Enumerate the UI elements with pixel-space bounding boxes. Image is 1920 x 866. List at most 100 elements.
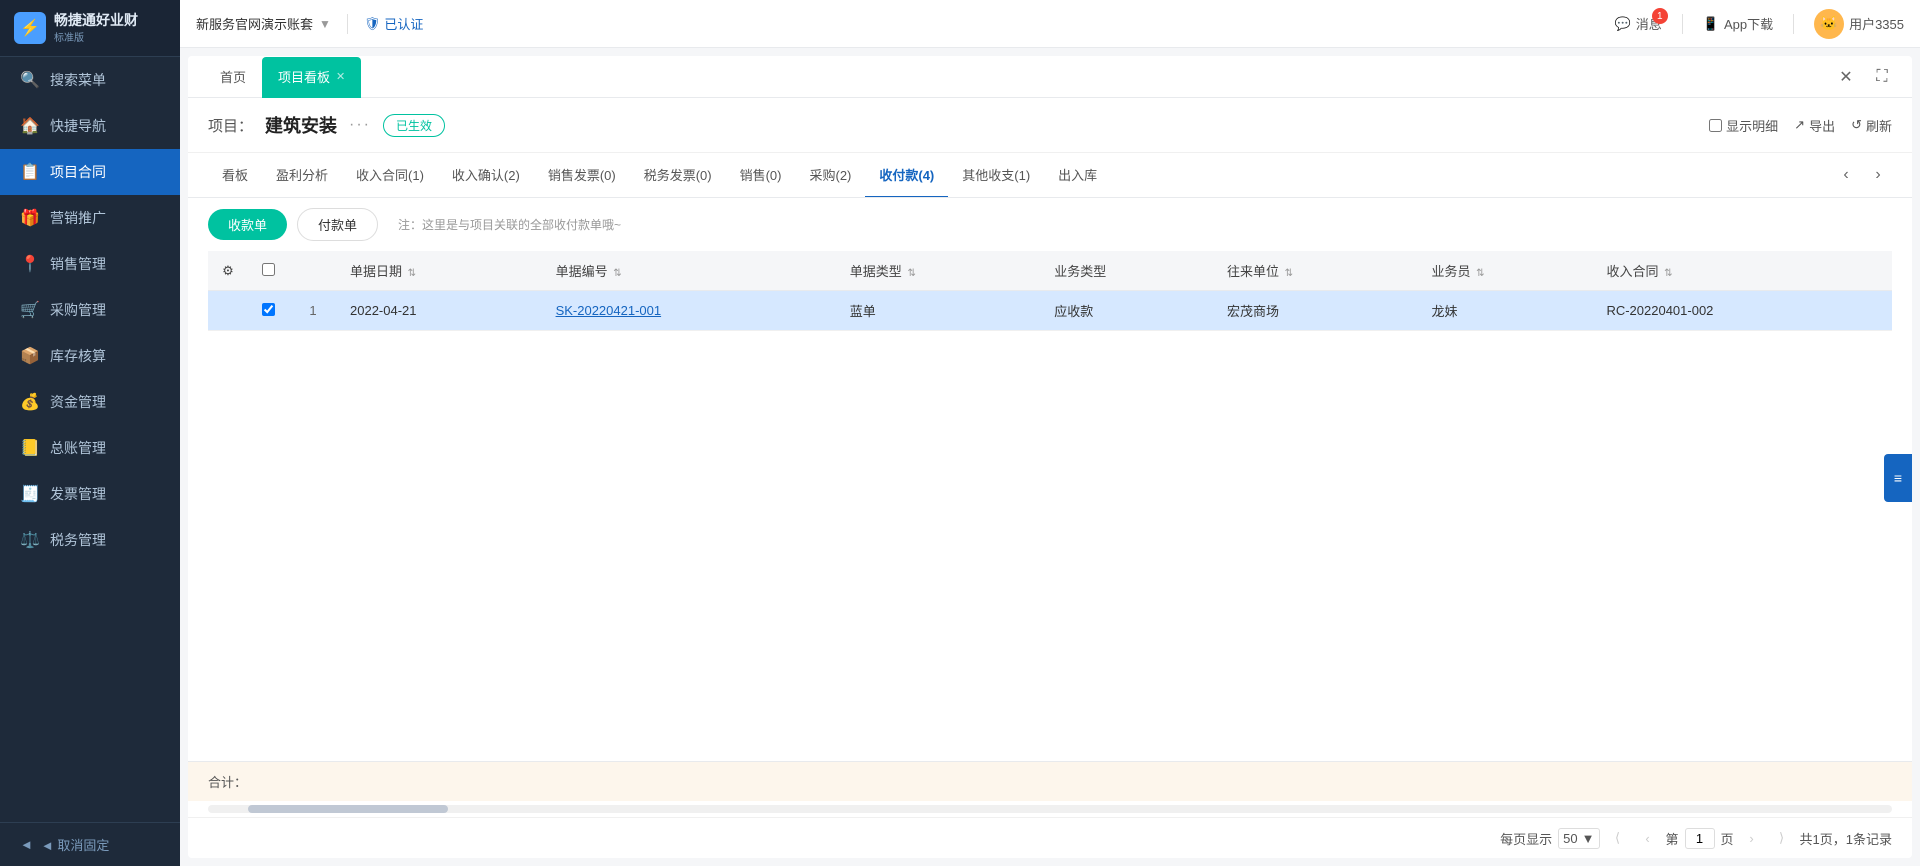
prev-page-button[interactable]: ‹ bbox=[1636, 826, 1660, 850]
select-all-checkbox[interactable] bbox=[262, 263, 275, 276]
more-options-button[interactable]: ··· bbox=[349, 116, 371, 134]
maximize-window-button[interactable]: ⛶ bbox=[1868, 63, 1896, 91]
number-column-header[interactable]: 单据编号 ⇅ bbox=[544, 251, 838, 291]
topbar-divider2 bbox=[1682, 14, 1683, 34]
sub-tab-sales-invoice[interactable]: 销售发票(0) bbox=[534, 153, 630, 198]
row-checkbox-cell[interactable] bbox=[248, 291, 288, 331]
sidebar-item-inventory[interactable]: 📦 库存核算 bbox=[0, 333, 180, 379]
salesperson-column-header[interactable]: 业务员 ⇅ bbox=[1419, 251, 1594, 291]
show-detail-checkbox[interactable]: 显示明细 bbox=[1709, 116, 1778, 135]
biz-type-column-header: 业务类型 bbox=[1042, 251, 1215, 291]
next-page-button[interactable]: › bbox=[1740, 826, 1764, 850]
scrollbar-thumb[interactable] bbox=[248, 805, 448, 813]
sidebar-item-sales[interactable]: 📍 销售管理 bbox=[0, 241, 180, 287]
sub-tab-income-contract[interactable]: 收入合同(1) bbox=[342, 153, 438, 198]
income-contract-column-header[interactable]: 收入合同 ⇅ bbox=[1594, 251, 1892, 291]
invoice-icon: 🧾 bbox=[20, 484, 40, 504]
sidebar-item-purchase[interactable]: 🛒 采购管理 bbox=[0, 287, 180, 333]
sidebar-item-tax[interactable]: ⚖️ 税务管理 bbox=[0, 517, 180, 563]
sub-tab-kanban[interactable]: 看板 bbox=[208, 153, 262, 198]
user-menu[interactable]: 🐱 用户3355 bbox=[1814, 9, 1904, 39]
horizontal-scrollbar[interactable] bbox=[188, 801, 1912, 817]
sales-icon: 📍 bbox=[20, 254, 40, 274]
page-size-dropdown-icon: ▼ bbox=[1582, 831, 1595, 846]
sub-tab-profit[interactable]: 盈利分析 bbox=[262, 153, 342, 198]
page-title-prefix: 项目： bbox=[208, 115, 253, 136]
type-column-header[interactable]: 单据类型 ⇅ bbox=[838, 251, 1043, 291]
sidebar-item-contract[interactable]: 📋 项目合同 bbox=[0, 149, 180, 195]
sub-tab-purchase[interactable]: 采购(2) bbox=[795, 153, 865, 198]
tab-close-icon[interactable]: ✕ bbox=[336, 70, 345, 83]
filter-note: 注：这里是与项目关联的全部收付款单哦~ bbox=[398, 216, 621, 233]
account-name: 新服务官网演示账套 bbox=[196, 14, 313, 33]
sidebar-item-funds[interactable]: 💰 资金管理 bbox=[0, 379, 180, 425]
contract-icon: 📋 bbox=[20, 162, 40, 182]
sub-tabs: 看板 盈利分析 收入合同(1) 收入确认(2) 销售发票(0) 税务发票(0) bbox=[188, 153, 1912, 198]
tab-project-board[interactable]: 项目看板 ✕ bbox=[262, 57, 361, 98]
sub-tab-sales[interactable]: 销售(0) bbox=[726, 153, 796, 198]
show-detail-input[interactable] bbox=[1709, 119, 1722, 132]
account-selector[interactable]: 新服务官网演示账套 ▼ bbox=[196, 14, 331, 33]
sub-tab-tax-invoice[interactable]: 税务发票(0) bbox=[630, 153, 726, 198]
table-container: ⚙ 单据日期 ⇅ 单据编号 bbox=[188, 251, 1912, 761]
scrollbar-track[interactable] bbox=[208, 805, 1892, 813]
sidebar-item-search[interactable]: 🔍 搜索菜单 bbox=[0, 57, 180, 103]
sidebar-unpin-button[interactable]: ◄ ◄ 取消固定 bbox=[0, 822, 180, 866]
account-dropdown-icon: ▼ bbox=[319, 17, 331, 31]
row-number[interactable]: SK-20220421-001 bbox=[544, 291, 838, 331]
logo-title: 畅捷通好业财 bbox=[54, 12, 138, 29]
app-download-label: App下载 bbox=[1724, 14, 1773, 33]
settings-column-header[interactable]: ⚙ bbox=[208, 251, 248, 291]
sidebar-item-invoice[interactable]: 🧾 发票管理 bbox=[0, 471, 180, 517]
message-button[interactable]: 💬 消息 1 bbox=[1615, 14, 1662, 33]
sub-tab-inout[interactable]: 出入库 bbox=[1044, 153, 1111, 198]
content-inner: 项目： 建筑安装 ··· 已生效 显示明细 ↗ 导出 ↺ 刷新 bbox=[188, 98, 1912, 858]
partner-column-header[interactable]: 往来单位 ⇅ bbox=[1215, 251, 1420, 291]
sub-tabs-prev-button[interactable]: ‹ bbox=[1832, 161, 1860, 189]
number-sort-icon: ⇅ bbox=[613, 268, 621, 279]
page-number-input[interactable] bbox=[1685, 828, 1715, 849]
topbar-divider3 bbox=[1793, 14, 1794, 34]
close-window-button[interactable]: ✕ bbox=[1832, 63, 1860, 91]
sub-tab-other-income[interactable]: 其他收支(1) bbox=[948, 153, 1044, 198]
filter-bar: 收款单 付款单 注：这里是与项目关联的全部收付款单哦~ bbox=[188, 198, 1912, 251]
export-icon: ↗ bbox=[1794, 117, 1805, 133]
date-column-header[interactable]: 单据日期 ⇅ bbox=[338, 251, 544, 291]
shield-icon: 🛡 bbox=[364, 16, 381, 32]
page-size-select[interactable]: 50 ▼ bbox=[1558, 828, 1599, 849]
sidebar: ⚡ 畅捷通好业财 标准版 🔍 搜索菜单 🏠 快捷导航 📋 项目合同 🎁 营销推广… bbox=[0, 0, 180, 866]
export-button[interactable]: ↗ 导出 bbox=[1794, 116, 1835, 135]
sub-tab-income-confirm[interactable]: 收入确认(2) bbox=[438, 153, 534, 198]
sidebar-item-label: 项目合同 bbox=[50, 162, 106, 182]
sidebar-item-label: 发票管理 bbox=[50, 484, 106, 504]
content-area: 收款单 付款单 注：这里是与项目关联的全部收付款单哦~ ⚙ bbox=[188, 198, 1912, 858]
sub-tab-receivepay[interactable]: 收付款(4) bbox=[865, 153, 948, 198]
inventory-icon: 📦 bbox=[20, 346, 40, 366]
sidebar-item-quicknav[interactable]: 🏠 快捷导航 bbox=[0, 103, 180, 149]
row-salesperson: 龙妹 bbox=[1419, 291, 1594, 331]
topbar-right: 💬 消息 1 📱 App下载 🐱 用户3355 bbox=[1615, 9, 1904, 39]
receipt-tab-button[interactable]: 收款单 bbox=[208, 209, 287, 240]
first-page-button[interactable]: ⟨ bbox=[1606, 826, 1630, 850]
table-header-row: ⚙ 单据日期 ⇅ 单据编号 bbox=[208, 251, 1892, 291]
app-download-button[interactable]: 📱 App下载 bbox=[1703, 14, 1773, 33]
sidebar-item-label: 快捷导航 bbox=[50, 116, 106, 136]
topbar-divider bbox=[347, 14, 348, 34]
pagination: 每页显示 50 ▼ ⟨ ‹ 第 页 › ⟩ 共1页，1条记录 bbox=[188, 817, 1912, 858]
tab-home[interactable]: 首页 bbox=[204, 57, 262, 98]
header-actions: 显示明细 ↗ 导出 ↺ 刷新 bbox=[1709, 116, 1892, 135]
logo-icon: ⚡ bbox=[14, 12, 46, 44]
date-sort-icon: ⇅ bbox=[408, 268, 416, 279]
sidebar-item-ledger[interactable]: 📒 总账管理 bbox=[0, 425, 180, 471]
row-checkbox[interactable] bbox=[262, 303, 275, 316]
refresh-button[interactable]: ↺ 刷新 bbox=[1851, 116, 1892, 135]
row-biz-type: 应收款 bbox=[1042, 291, 1215, 331]
side-float-button[interactable]: ≡ bbox=[1884, 454, 1912, 502]
last-page-button[interactable]: ⟩ bbox=[1770, 826, 1794, 850]
sub-tabs-next-button[interactable]: › bbox=[1864, 161, 1892, 189]
sidebar-logo: ⚡ 畅捷通好业财 标准版 bbox=[0, 0, 180, 57]
row-type: 蓝单 bbox=[838, 291, 1043, 331]
payment-tab-button[interactable]: 付款单 bbox=[297, 208, 378, 241]
refresh-icon: ↺ bbox=[1851, 117, 1862, 133]
sidebar-item-marketing[interactable]: 🎁 营销推广 bbox=[0, 195, 180, 241]
